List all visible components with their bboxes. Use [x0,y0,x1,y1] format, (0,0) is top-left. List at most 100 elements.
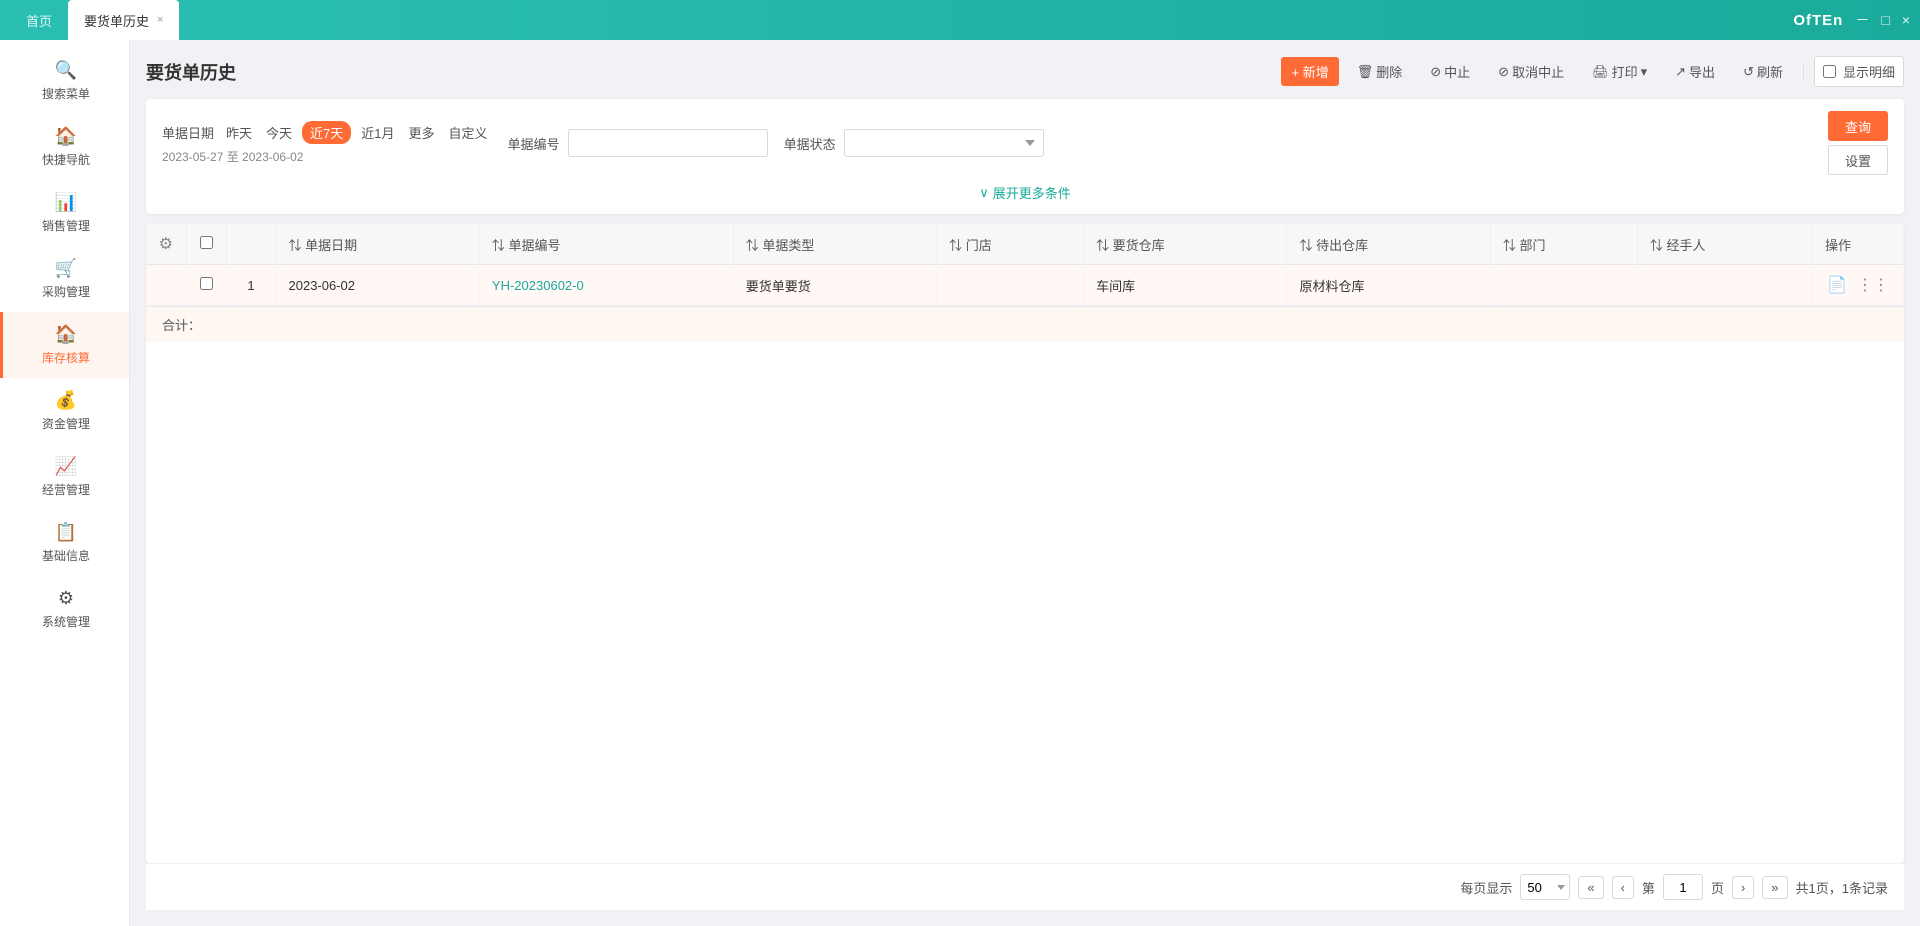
th-settings[interactable]: ⚙ [146,224,186,265]
th-req-warehouse: ⇅ 要货仓库 [1084,224,1287,265]
th-pending-warehouse: ⇅ 待出仓库 [1287,224,1490,265]
td-store [937,265,1084,306]
refresh-icon: ↺ [1743,64,1754,80]
new-button[interactable]: + 新增 [1281,57,1338,86]
sidebar-item-inventory[interactable]: 🏠 库存核算 [0,312,129,378]
tab-home-label: 首页 [26,11,52,30]
export-label: 导出 [1689,62,1715,81]
query-button[interactable]: 查询 [1828,111,1888,141]
cancel-stop-icon: ⊘ [1498,64,1509,80]
sidebar-label-inventory: 库存核算 [42,349,90,366]
top-bar-right: OfTEn － □ × [1793,10,1910,30]
filter-row: 单据日期 昨天 今天 近7天 近1月 更多 自定义 2023-05-27 至 2… [162,111,1888,175]
td-doc-type: 要货单要货 [733,265,936,306]
sidebar: 🔍 搜索菜单 🏠 快捷导航 📊 销售管理 🛒 采购管理 🏠 库存核算 💰 资金管… [0,40,130,926]
sidebar-item-operations[interactable]: 📈 经营管理 [0,444,129,510]
last-page-button[interactable]: » [1762,876,1787,899]
td-checkbox [186,265,226,306]
sidebar-label-purchase: 采购管理 [42,283,90,300]
select-all-checkbox[interactable] [200,236,213,249]
content-area: 要货单历史 + 新增 🗑 删除 ⊘ 中止 ⊘ 取消中止 🖨 打印 [130,40,1920,926]
th-doc-type-label: ⇅ 单据类型 [746,238,815,253]
sidebar-item-sales[interactable]: 📊 销售管理 [0,180,129,246]
sidebar-item-purchase[interactable]: 🛒 采购管理 [0,246,129,312]
brand-label: OfTEn [1793,12,1843,29]
sidebar-item-search[interactable]: 🔍 搜索菜单 [0,48,129,114]
minimize-icon[interactable]: － [1855,10,1869,30]
row-operations: 📄 ⋮⋮ [1825,273,1891,297]
basic-info-icon: 📋 [55,522,77,543]
print-dropdown-icon: ▾ [1641,64,1648,80]
page-input[interactable] [1663,874,1703,900]
sidebar-item-basic-info[interactable]: 📋 基础信息 [0,510,129,576]
sidebar-label-shortcuts: 快捷导航 [42,151,90,168]
row-more-button[interactable]: ⋮⋮ [1855,273,1891,297]
top-bar: 首页 要货单历史 × OfTEn － □ × [0,0,1920,40]
first-page-button[interactable]: « [1578,876,1603,899]
th-doc-type: ⇅ 单据类型 [733,224,936,265]
table-footer: 合计： [146,306,1904,342]
sidebar-label-finance: 资金管理 [42,415,90,432]
table-header-row: ⚙ ⇅ 单据日期 ⇅ 单据编号 ⇅ 单据类型 [146,224,1904,265]
row-view-button[interactable]: 📄 [1825,273,1849,297]
sidebar-item-system[interactable]: ⚙ 系统管理 [0,576,129,642]
shortcut-7days[interactable]: 近7天 [302,121,351,144]
th-dept-label: ⇅ 部门 [1503,238,1546,253]
doc-no-input[interactable] [568,129,768,157]
tab-home[interactable]: 首页 [10,0,68,40]
td-dept [1490,265,1637,306]
display-detail-toggle[interactable]: 显示明细 [1814,56,1904,87]
refresh-label: 刷新 [1757,62,1783,81]
stop-button[interactable]: ⊘ 中止 [1420,57,1480,86]
th-ops: 操作 [1813,224,1904,265]
cancel-stop-button[interactable]: ⊘ 取消中止 [1488,57,1574,86]
close-icon[interactable]: × [1902,12,1910,28]
delete-button[interactable]: 🗑 删除 [1347,57,1413,86]
tab-close-icon[interactable]: × [157,14,163,26]
th-doc-date-label: ⇅ 单据日期 [289,238,358,253]
expand-icon: ∨ [979,185,989,201]
toolbar: + 新增 🗑 删除 ⊘ 中止 ⊘ 取消中止 🖨 打印 ▾ [1281,56,1904,87]
export-button[interactable]: ↗ 导出 [1665,57,1725,86]
sidebar-item-shortcuts[interactable]: 🏠 快捷导航 [0,114,129,180]
td-num: 1 [226,265,276,306]
shortcut-yesterday[interactable]: 昨天 [222,121,256,144]
td-doc-no: YH-20230602-0 [479,265,733,306]
shortcut-today[interactable]: 今天 [262,121,296,144]
shortcut-more[interactable]: 更多 [405,121,439,144]
purchase-icon: 🛒 [55,258,77,279]
th-doc-date: ⇅ 单据日期 [276,224,479,265]
status-label: 单据状态 [784,134,836,153]
delete-icon: 🗑 [1357,64,1374,80]
td-handler [1637,265,1812,306]
th-pending-warehouse-label: ⇅ 待出仓库 [1299,238,1368,253]
td-pending-warehouse: 原材料仓库 [1287,265,1490,306]
expand-more-btn[interactable]: ∨ 展开更多条件 [162,183,1888,202]
td-settings [146,265,186,306]
tab-bar: 首页 要货单历史 × [10,0,1793,40]
maximize-icon[interactable]: □ [1881,12,1889,28]
prev-page-button[interactable]: ‹ [1612,876,1634,899]
pagination-bar: 每页显示 50 20 100 200 « ‹ 第 页 › » 共1页，1条记录 [146,863,1904,910]
expand-label: 展开更多条件 [993,183,1071,202]
row-checkbox[interactable] [200,277,213,290]
refresh-button[interactable]: ↺ 刷新 [1733,57,1793,86]
next-page-button[interactable]: › [1732,876,1754,899]
setting-button[interactable]: 设置 [1828,145,1888,175]
shortcut-1month[interactable]: 近1月 [357,121,398,144]
print-button[interactable]: 🖨 打印 ▾ [1582,57,1657,86]
tab-requisition-history[interactable]: 要货单历史 × [68,0,179,40]
doc-no-filter-group: 单据编号 [508,129,768,157]
display-detail-checkbox[interactable] [1823,65,1836,78]
date-filter-col: 单据日期 昨天 今天 近7天 近1月 更多 自定义 2023-05-27 至 2… [162,121,492,165]
th-doc-no-label: ⇅ 单据编号 [492,238,561,253]
status-select[interactable] [844,129,1044,157]
per-page-select[interactable]: 50 20 100 200 [1520,874,1570,900]
print-icon: 🖨 [1592,64,1609,80]
print-label: 打印 [1612,62,1638,81]
sidebar-item-finance[interactable]: 💰 资金管理 [0,378,129,444]
doc-no-link[interactable]: YH-20230602-0 [492,278,584,293]
tab-requisition-label: 要货单历史 [84,11,149,30]
table-container: ⚙ ⇅ 单据日期 ⇅ 单据编号 ⇅ 单据类型 [146,224,1904,863]
shortcut-custom[interactable]: 自定义 [445,121,492,144]
